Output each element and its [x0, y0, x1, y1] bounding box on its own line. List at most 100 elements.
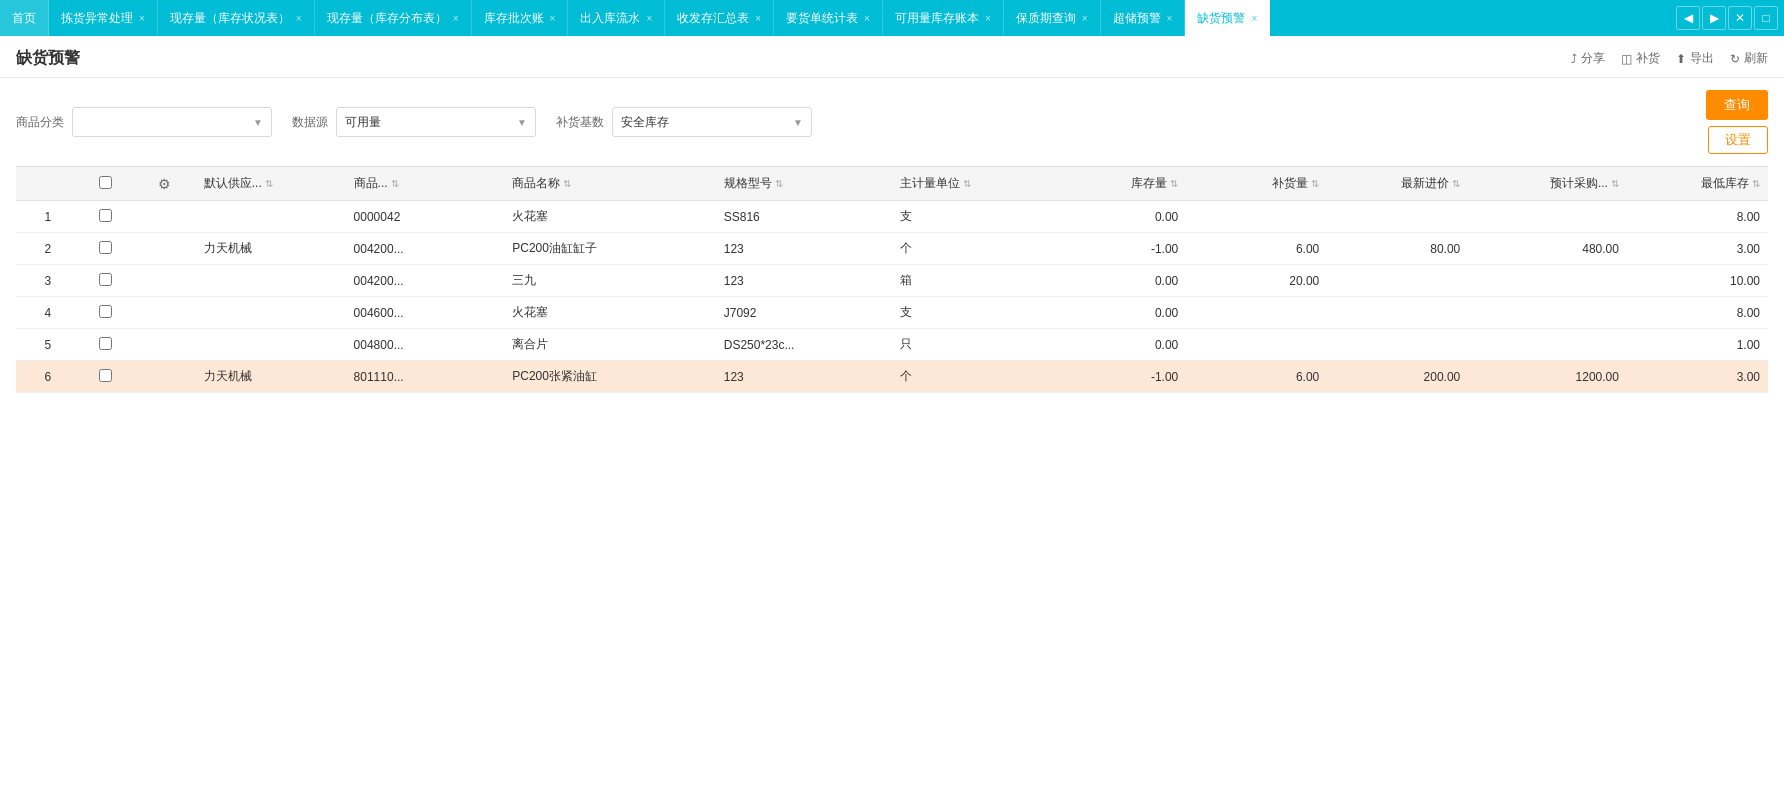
row-check[interactable] — [79, 329, 132, 361]
row-code: 004200... — [346, 265, 505, 297]
row-checkbox[interactable] — [99, 273, 112, 286]
nav-tab-overstock-close[interactable]: × — [1167, 13, 1173, 24]
row-checkbox[interactable] — [99, 305, 112, 318]
row-min-stock: 10.00 — [1627, 265, 1768, 297]
nav-tab-summary-close[interactable]: × — [755, 13, 761, 24]
estimated-sort[interactable]: 预计采购... ⇅ — [1550, 175, 1619, 192]
row-min-stock: 3.00 — [1627, 361, 1768, 393]
nav-tab-overstock-label: 超储预警 — [1113, 10, 1161, 27]
unit-sort[interactable]: 主计量单位 ⇅ — [900, 175, 971, 192]
col-header-stock: 库存量 ⇅ — [1045, 167, 1186, 201]
nav-tab-picking-label: 拣货异常处理 — [61, 10, 133, 27]
nav-tab-requisition[interactable]: 要货单统计表 × — [774, 0, 883, 36]
nav-tab-stock-dist-close[interactable]: × — [453, 13, 459, 24]
nav-tab-shortage-close[interactable]: × — [1251, 13, 1257, 24]
row-check[interactable] — [79, 361, 132, 393]
spec-sort[interactable]: 规格型号 ⇅ — [724, 175, 783, 192]
datasource-select[interactable]: 可用量 ▼ — [336, 107, 536, 137]
row-check[interactable] — [79, 233, 132, 265]
estimated-sort-icon: ⇅ — [1611, 178, 1619, 189]
nav-tab-requisition-close[interactable]: × — [864, 13, 870, 24]
row-supplier — [196, 297, 346, 329]
nav-close-button[interactable]: ✕ — [1728, 6, 1752, 30]
nav-tab-batch[interactable]: 库存批次账 × — [472, 0, 569, 36]
nav-prev-button[interactable]: ◀ — [1676, 6, 1700, 30]
row-latest-price — [1327, 329, 1468, 361]
row-check[interactable] — [79, 297, 132, 329]
supplier-sort[interactable]: 默认供应... ⇅ — [204, 175, 273, 192]
row-checkbox[interactable] — [99, 337, 112, 350]
nav-tab-shortage-label: 缺货预警 — [1197, 10, 1245, 27]
row-num: 5 — [16, 329, 79, 361]
nav-tab-shortage[interactable]: 缺货预警 × — [1185, 0, 1270, 36]
nav-maximize-button[interactable]: □ — [1754, 6, 1778, 30]
col-header-latest-price: 最新进价 ⇅ — [1327, 167, 1468, 201]
row-check[interactable] — [79, 265, 132, 297]
col-header-check — [79, 167, 132, 201]
nav-tab-picking-close[interactable]: × — [139, 13, 145, 24]
nav-tab-summary[interactable]: 收发存汇总表 × — [665, 0, 774, 36]
nav-tab-batch-close[interactable]: × — [550, 13, 556, 24]
nav-tab-flow[interactable]: 出入库流水 × — [568, 0, 665, 36]
col-header-spec: 规格型号 ⇅ — [716, 167, 892, 201]
export-button[interactable]: ⬆ 导出 — [1676, 50, 1714, 67]
row-checkbox[interactable] — [99, 241, 112, 254]
settings-gear-icon[interactable]: ⚙ — [158, 176, 171, 192]
settings-button[interactable]: 设置 — [1708, 126, 1768, 154]
row-estimated — [1468, 297, 1627, 329]
name-sort[interactable]: 商品名称 ⇅ — [512, 175, 571, 192]
nav-tab-picking[interactable]: 拣货异常处理 × — [49, 0, 158, 36]
row-settings — [132, 265, 195, 297]
nav-tab-flow-close[interactable]: × — [646, 13, 652, 24]
row-supplier — [196, 265, 346, 297]
col-header-unit: 主计量单位 ⇅ — [892, 167, 1045, 201]
row-stock: -1.00 — [1045, 233, 1186, 265]
nav-tab-available-close[interactable]: × — [985, 13, 991, 24]
nav-tab-stock-status[interactable]: 现存量（库存状况表） × — [158, 0, 315, 36]
row-name: PC200油缸缸子 — [504, 233, 716, 265]
row-checkbox[interactable] — [99, 369, 112, 382]
nav-tab-stock-dist[interactable]: 现存量（库存分布表） × — [315, 0, 472, 36]
row-stock: -1.00 — [1045, 361, 1186, 393]
refresh-button[interactable]: ↻ 刷新 — [1730, 50, 1768, 67]
row-settings — [132, 329, 195, 361]
nav-next-button[interactable]: ▶ — [1702, 6, 1726, 30]
select-all-checkbox[interactable] — [99, 176, 112, 189]
table-row[interactable]: 4 004600... 火花塞 J7092 支 0.00 8.00 — [16, 297, 1768, 329]
header-actions: ⤴ 分享 ◫ 补货 ⬆ 导出 ↻ 刷新 — [1571, 50, 1768, 67]
row-check[interactable] — [79, 201, 132, 233]
nav-tab-expiry[interactable]: 保质期查询 × — [1004, 0, 1101, 36]
row-checkbox[interactable] — [99, 209, 112, 222]
row-name: 离合片 — [504, 329, 716, 361]
share-button[interactable]: ⤴ 分享 — [1571, 50, 1605, 67]
row-settings — [132, 297, 195, 329]
replenish-button[interactable]: ◫ 补货 — [1621, 50, 1660, 67]
nav-tab-overstock[interactable]: 超储预警 × — [1101, 0, 1186, 36]
row-replenish: 20.00 — [1186, 265, 1327, 297]
spec-col-label: 规格型号 — [724, 175, 772, 192]
replenish-sort[interactable]: 补货量 ⇅ — [1272, 175, 1319, 192]
nav-tab-expiry-close[interactable]: × — [1082, 13, 1088, 24]
table-row[interactable]: 3 004200... 三九 123 箱 0.00 20.00 10.00 — [16, 265, 1768, 297]
query-button[interactable]: 查询 — [1706, 90, 1768, 120]
code-sort[interactable]: 商品... ⇅ — [354, 175, 399, 192]
page-header: 缺货预警 ⤴ 分享 ◫ 补货 ⬆ 导出 ↻ 刷新 — [0, 36, 1784, 78]
table-row[interactable]: 5 004800... 离合片 DS250*23c... 只 0.00 1.00 — [16, 329, 1768, 361]
table-row[interactable]: 2 力天机械 004200... PC200油缸缸子 123 个 -1.00 6… — [16, 233, 1768, 265]
replenish-icon: ◫ — [1621, 52, 1632, 66]
table-row[interactable]: 6 力天机械 801110... PC200张紧油缸 123 个 -1.00 6… — [16, 361, 1768, 393]
category-select[interactable]: ▼ — [72, 107, 272, 137]
latest-price-col-label: 最新进价 — [1401, 175, 1449, 192]
table-row[interactable]: 1 0000042 火花塞 SS816 支 0.00 8.00 — [16, 201, 1768, 233]
nav-tab-available[interactable]: 可用量库存账本 × — [883, 0, 1004, 36]
filter-actions: 查询 设置 — [1706, 90, 1768, 154]
min-stock-sort[interactable]: 最低库存 ⇅ — [1701, 175, 1760, 192]
replenish-base-select[interactable]: 安全库存 ▼ — [612, 107, 812, 137]
estimated-col-label: 预计采购... — [1550, 175, 1608, 192]
row-estimated — [1468, 265, 1627, 297]
row-unit: 个 — [892, 361, 1045, 393]
latest-price-sort[interactable]: 最新进价 ⇅ — [1401, 175, 1460, 192]
stock-sort[interactable]: 库存量 ⇅ — [1131, 175, 1178, 192]
nav-tab-home[interactable]: 首页 — [0, 0, 49, 36]
nav-tab-stock-status-close[interactable]: × — [296, 13, 302, 24]
